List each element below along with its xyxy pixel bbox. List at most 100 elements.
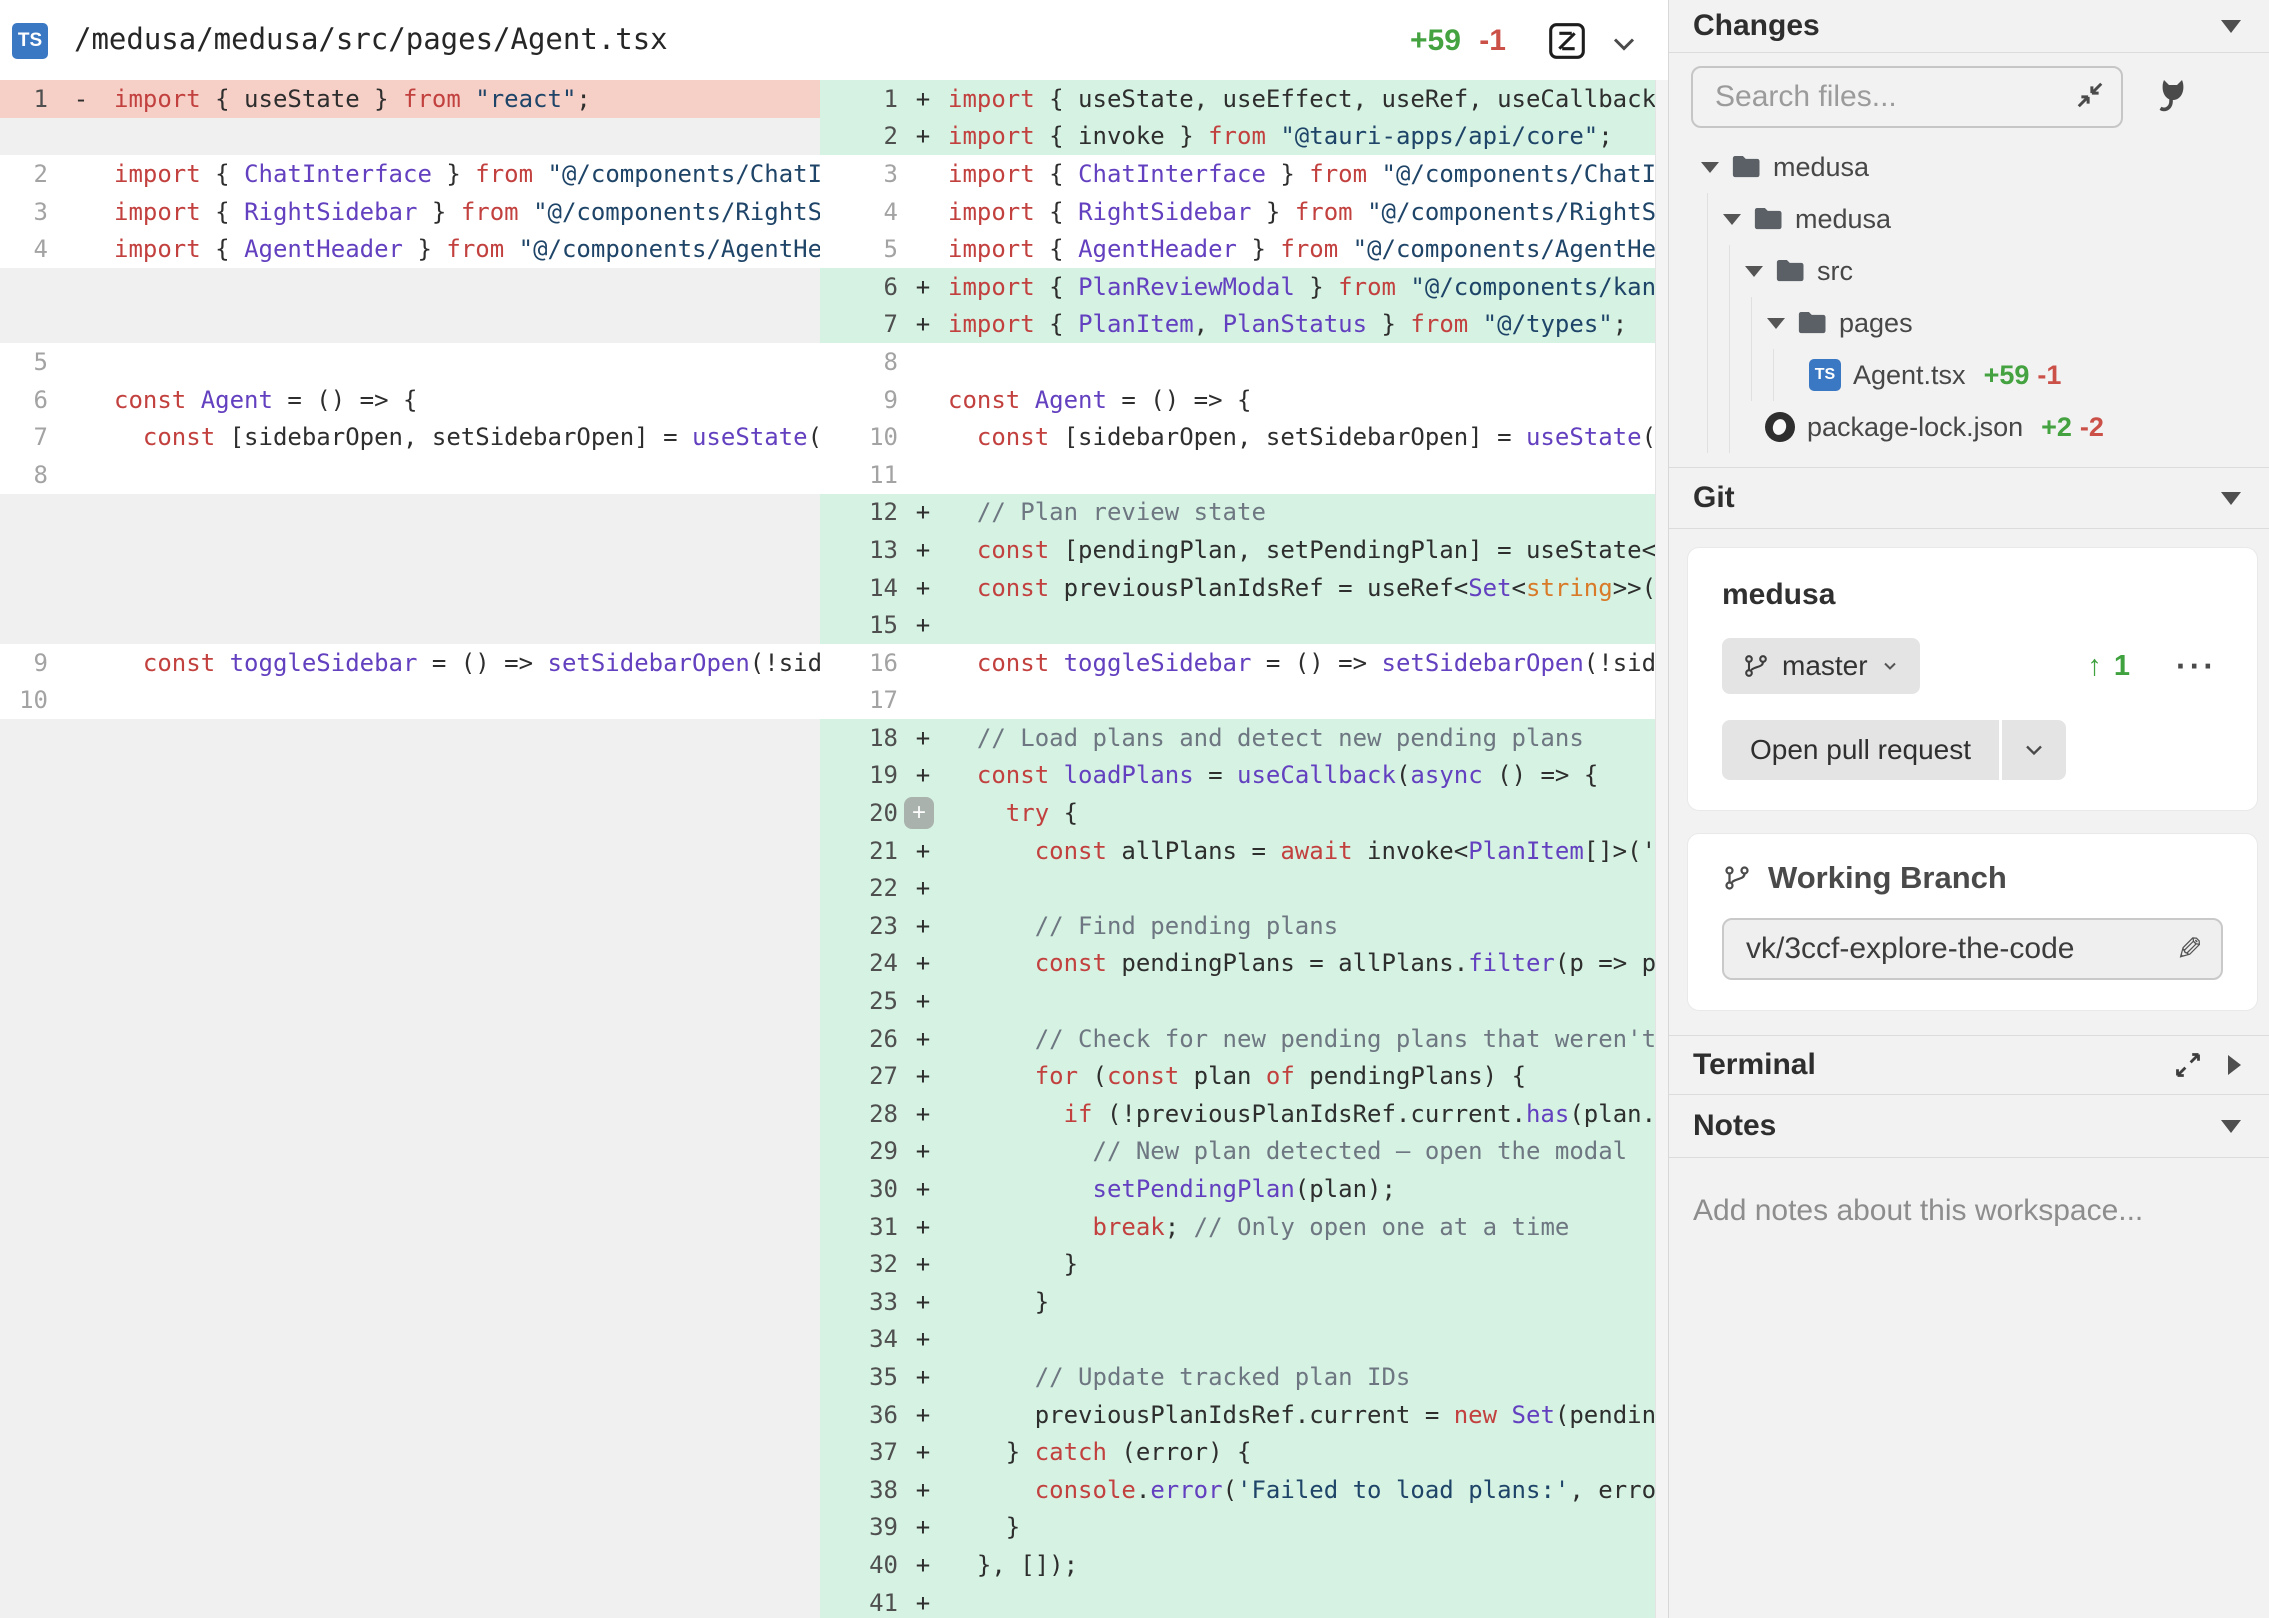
diff-row[interactable]: 30+ setPendingPlan(plan); — [820, 1170, 1655, 1208]
diff-row[interactable]: 16 const toggleSidebar = () => setSideba… — [820, 644, 1655, 682]
diff-row[interactable]: 34+ — [820, 1321, 1655, 1359]
diff-row[interactable]: 4import { RightSidebar } from "@/compone… — [820, 193, 1655, 231]
code-line: const loadPlans = useCallback(async () =… — [948, 761, 1655, 789]
diff-row[interactable]: 14+ const previousPlanIdsRef = useRef<Se… — [820, 569, 1655, 607]
diff-row[interactable]: 19+ const loadPlans = useCallback(async … — [820, 757, 1655, 795]
diff-row[interactable]: 21+ const allPlans = await invoke<PlanIt… — [820, 832, 1655, 870]
diff-row[interactable]: 7 const [sidebarOpen, setSidebarOpen] = … — [0, 418, 820, 456]
diff-row[interactable]: 25+ — [820, 982, 1655, 1020]
expand-icon[interactable] — [2174, 1051, 2202, 1079]
diff-row[interactable]: 38+ console.error('Failed to load plans:… — [820, 1471, 1655, 1509]
diff-filler-row — [0, 719, 820, 757]
line-number: 2 — [0, 160, 48, 188]
diff-row[interactable]: 5import { AgentHeader } from "@/componen… — [820, 230, 1655, 268]
diff-row[interactable]: 40+ }, []); — [820, 1546, 1655, 1584]
expand-right-triangle-icon[interactable] — [2228, 1055, 2241, 1075]
diff-row[interactable]: 32+ } — [820, 1245, 1655, 1283]
diff-row[interactable]: 3import { RightSidebar } from "@/compone… — [0, 193, 820, 231]
diff-row[interactable]: 31+ break; // Only open one at a time — [820, 1208, 1655, 1246]
file-diff-stats: +2-2 — [2041, 412, 2104, 443]
diff-row[interactable]: 8 — [0, 456, 820, 494]
diff-row[interactable]: 23+ // Find pending plans — [820, 907, 1655, 945]
diff-row[interactable]: 15+ — [820, 606, 1655, 644]
chevron-down-icon[interactable] — [1606, 26, 1642, 67]
diff-filler-row — [0, 907, 820, 945]
add-comment-button[interactable]: + — [904, 797, 934, 829]
diff-row[interactable]: 35+ // Update tracked plan IDs — [820, 1358, 1655, 1396]
diff-row[interactable]: 6const Agent = () => { — [0, 381, 820, 419]
diff-row[interactable]: 1+import { useState, useEffect, useRef, … — [820, 80, 1655, 118]
diff-row[interactable]: 5 — [0, 343, 820, 381]
diff-row[interactable]: 20+ try {+ — [820, 794, 1655, 832]
diff-row[interactable]: 10 const [sidebarOpen, setSidebarOpen] =… — [820, 418, 1655, 456]
commits-ahead[interactable]: ↑ 1 — [2087, 650, 2132, 683]
diff-row[interactable]: 18+ // Load plans and detect new pending… — [820, 719, 1655, 757]
diff-marker: + — [898, 724, 948, 752]
diff-row[interactable]: 39+ } — [820, 1509, 1655, 1547]
diff-row[interactable]: 28+ if (!previousPlanIdsRef.current.has(… — [820, 1095, 1655, 1133]
diff-row[interactable]: 22+ — [820, 869, 1655, 907]
folder-icon — [1775, 258, 1805, 284]
split-diff-view-icon[interactable] — [1544, 18, 1590, 69]
diff-row[interactable]: 36+ previousPlanIdsRef.current = new Set… — [820, 1396, 1655, 1434]
diff-row[interactable]: 29+ // New plan detected — open the moda… — [820, 1133, 1655, 1171]
diff-row[interactable]: 1-import { useState } from "react"; — [0, 80, 820, 118]
diff-row[interactable]: 17 — [820, 682, 1655, 720]
collapse-triangle-icon[interactable] — [2221, 20, 2241, 33]
notes-section-header[interactable]: Notes — [1669, 1095, 2269, 1157]
diff-row[interactable]: 11 — [820, 456, 1655, 494]
tree-item-package-lock-json[interactable]: package-lock.json+2-2 — [1669, 401, 2269, 453]
app-window: TS /medusa/medusa/src/pages/Agent.tsx +5… — [0, 0, 2269, 1618]
line-number: 10 — [820, 423, 898, 451]
diff-filler-row — [0, 606, 820, 644]
expanded-triangle-icon[interactable] — [1701, 162, 1719, 173]
tree-item-medusa[interactable]: medusa — [1669, 193, 2269, 245]
diff-row[interactable]: 7+import { PlanItem, PlanStatus } from "… — [820, 306, 1655, 344]
more-options-icon[interactable]: ··· — [2176, 648, 2217, 685]
diff-row[interactable]: 10 — [0, 682, 820, 720]
tree-item-agent-tsx[interactable]: TSAgent.tsx+59-1 — [1669, 349, 2269, 401]
diff-row[interactable]: 4import { AgentHeader } from "@/componen… — [0, 230, 820, 268]
tree-item-src[interactable]: src — [1669, 245, 2269, 297]
diff-row[interactable]: 27+ for (const plan of pendingPlans) { — [820, 1057, 1655, 1095]
code-line: const allPlans = await invoke<PlanItem[]… — [948, 837, 1655, 865]
diff-row[interactable]: 8 — [820, 343, 1655, 381]
diff-row[interactable]: 24+ const pendingPlans = allPlans.filter… — [820, 945, 1655, 983]
collapse-triangle-icon[interactable] — [2221, 1120, 2241, 1133]
collapse-tree-icon[interactable] — [2075, 80, 2105, 115]
diff-row[interactable]: 13+ const [pendingPlan, setPendingPlan] … — [820, 531, 1655, 569]
diff-row[interactable]: 37+ } catch (error) { — [820, 1433, 1655, 1471]
collapse-triangle-icon[interactable] — [2221, 492, 2241, 505]
expanded-triangle-icon[interactable] — [1767, 318, 1785, 329]
notes-input[interactable]: Add notes about this workspace... — [1669, 1158, 2269, 1264]
pull-request-dropdown-button[interactable] — [2002, 720, 2066, 780]
search-files-input[interactable]: Search files... — [1691, 66, 2123, 128]
open-pull-request-button[interactable]: Open pull request — [1722, 720, 1999, 780]
diff-scroll-gutter[interactable] — [1655, 80, 1668, 1618]
diff-row[interactable]: 6+import { PlanReviewModal } from "@/com… — [820, 268, 1655, 306]
diff-row[interactable]: 26+ // Check for new pending plans that … — [820, 1020, 1655, 1058]
diff-filler-row — [0, 1208, 820, 1246]
diff-row[interactable]: 9 const toggleSidebar = () => setSidebar… — [0, 644, 820, 682]
diff-row[interactable]: 3import { ChatInterface } from "@/compon… — [820, 155, 1655, 193]
diff-row[interactable]: 41+ — [820, 1584, 1655, 1618]
diff-row[interactable]: 2import { ChatInterface } from "@/compon… — [0, 155, 820, 193]
diff-row[interactable]: 9const Agent = () => { — [820, 381, 1655, 419]
expanded-triangle-icon[interactable] — [1723, 214, 1741, 225]
diff-row[interactable]: 33+ } — [820, 1283, 1655, 1321]
expanded-triangle-icon[interactable] — [1745, 266, 1763, 277]
line-number: 40 — [820, 1551, 898, 1579]
changes-section-header[interactable]: Changes — [1669, 0, 2269, 52]
line-number: 30 — [820, 1175, 898, 1203]
branch-selector[interactable]: master — [1722, 638, 1920, 694]
diff-row[interactable]: 12+ // Plan review state — [820, 494, 1655, 532]
cat-icon[interactable] — [2147, 73, 2195, 126]
code-line: previousPlanIdsRef.current = new Set(pen… — [948, 1401, 1655, 1429]
edit-pencil-icon[interactable]: ✎ — [2176, 930, 2203, 968]
tree-item-medusa[interactable]: medusa — [1669, 141, 2269, 193]
diff-row[interactable]: 2+import { invoke } from "@tauri-apps/ap… — [820, 118, 1655, 156]
working-branch-input[interactable]: vk/3ccf-explore-the-code ✎ — [1722, 918, 2223, 980]
tree-item-pages[interactable]: pages — [1669, 297, 2269, 349]
terminal-section-header[interactable]: Terminal — [1669, 1036, 2269, 1094]
git-section-header[interactable]: Git — [1669, 468, 2269, 528]
